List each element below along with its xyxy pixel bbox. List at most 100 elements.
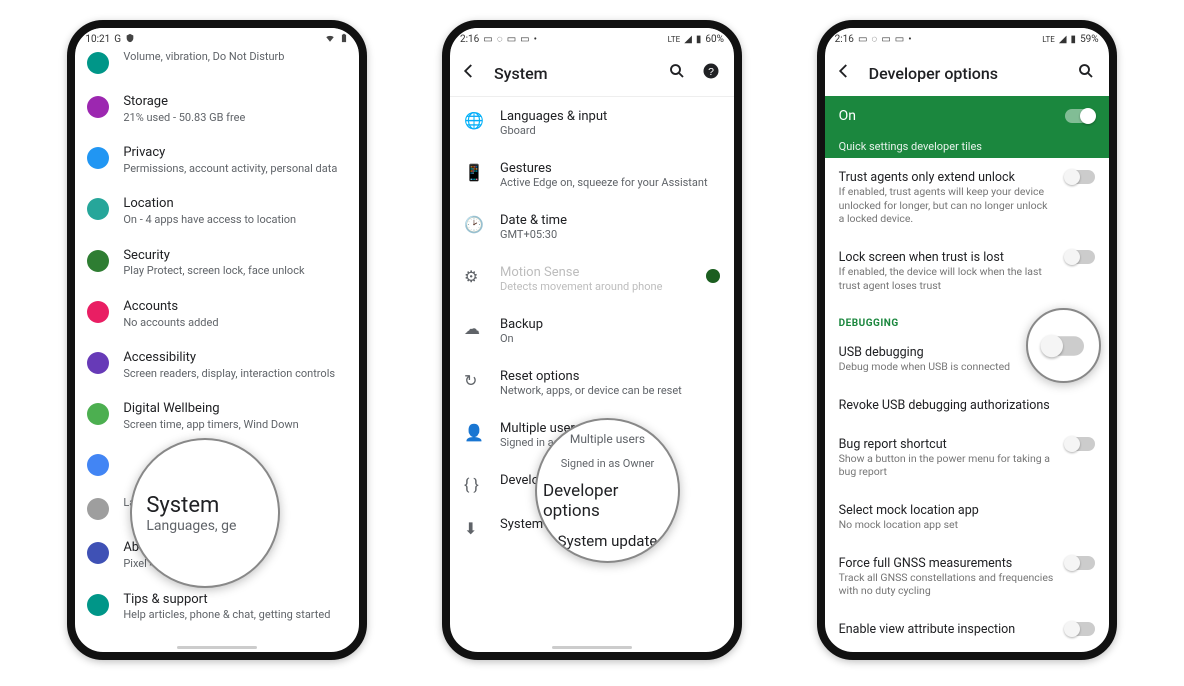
row-title: Enable view attribute inspection bbox=[839, 622, 1055, 637]
row-icon bbox=[87, 352, 109, 374]
battery-icon: ▮ bbox=[696, 34, 702, 45]
app-bar: Developer options bbox=[825, 50, 1109, 96]
yt-icon: ▭ bbox=[881, 34, 890, 45]
settings-row[interactable]: Tips & support Help articles, phone & ch… bbox=[75, 582, 359, 633]
yt-icon: ▭ bbox=[507, 34, 516, 45]
zoom-lens-usb-toggle bbox=[1026, 308, 1101, 383]
whatsapp-icon: ◌ bbox=[871, 34, 877, 45]
row-toggle[interactable] bbox=[1065, 437, 1095, 451]
settings-row[interactable]: Accessibility Screen readers, display, i… bbox=[75, 340, 359, 391]
zoom-line: Multiple users bbox=[570, 432, 645, 446]
row-icon: ⚙ bbox=[464, 267, 482, 285]
dev-row[interactable]: Revoke USB debugging authorizations bbox=[825, 386, 1109, 425]
system-row[interactable]: ⚙ Motion Sense Detects movement around p… bbox=[450, 253, 734, 305]
row-title: Trust agents only extend unlock bbox=[839, 170, 1055, 185]
truncated-row[interactable]: Quick settings developer tiles bbox=[825, 136, 1109, 158]
zoom-lens-developer: Multiple users Signed in as Owner Develo… bbox=[535, 418, 680, 563]
row-title: Accounts bbox=[123, 299, 218, 316]
row-title: Revoke USB debugging authorizations bbox=[839, 398, 1095, 413]
row-title: Digital Wellbeing bbox=[123, 401, 298, 418]
search-icon[interactable] bbox=[668, 62, 686, 84]
system-row[interactable]: 📱 Gestures Active Edge on, squeeze for y… bbox=[450, 149, 734, 201]
row-icon bbox=[87, 147, 109, 169]
help-icon[interactable]: ? bbox=[702, 62, 720, 84]
row-subtitle: If enabled, the device will lock when th… bbox=[839, 265, 1055, 292]
row-title: Force full GNSS measurements bbox=[839, 556, 1055, 571]
master-toggle-bar[interactable]: On bbox=[825, 96, 1109, 136]
row-toggle[interactable] bbox=[1065, 250, 1095, 264]
row-toggle[interactable] bbox=[1065, 556, 1095, 570]
net-label: LTE bbox=[1042, 35, 1055, 44]
row-icon: ↻ bbox=[464, 371, 482, 389]
row-title: Security bbox=[123, 248, 304, 265]
row-subtitle: If enabled, trust agents will keep your … bbox=[839, 185, 1055, 226]
shield-icon bbox=[125, 33, 135, 46]
settings-row[interactable]: Location On - 4 apps have access to loca… bbox=[75, 186, 359, 237]
row-subtitle: Detects movement around phone bbox=[500, 280, 688, 293]
row-icon: 🌐 bbox=[464, 111, 482, 129]
nav-pill[interactable] bbox=[177, 646, 257, 649]
zoom-subtitle: Languages, ge bbox=[146, 518, 278, 534]
dev-row[interactable]: Force full GNSS measurements Track all G… bbox=[825, 544, 1109, 610]
dev-list-top: Trust agents only extend unlock If enabl… bbox=[825, 158, 1109, 304]
dev-row[interactable]: Lock screen when trust is lost If enable… bbox=[825, 238, 1109, 304]
row-icon bbox=[87, 52, 109, 74]
row-icon bbox=[87, 403, 109, 425]
svg-text:?: ? bbox=[708, 66, 714, 78]
signal-icon: ◢ bbox=[1059, 34, 1067, 45]
nav-pill[interactable] bbox=[552, 646, 632, 649]
row-subtitle: GMT+05:30 bbox=[500, 228, 720, 241]
row-title: Location bbox=[123, 196, 296, 213]
settings-row[interactable]: Sound Volume, vibration, Do Not Disturb bbox=[75, 50, 359, 84]
back-icon[interactable] bbox=[460, 62, 478, 84]
settings-row[interactable]: Accounts No accounts added bbox=[75, 289, 359, 340]
more-icon: • bbox=[534, 34, 537, 45]
back-icon[interactable] bbox=[835, 62, 853, 84]
row-subtitle: Play Protect, screen lock, face unlock bbox=[123, 264, 304, 278]
row-subtitle: Screen time, app timers, Wind Down bbox=[123, 418, 298, 432]
google-icon: G bbox=[114, 34, 121, 45]
row-title: Gestures bbox=[500, 161, 720, 176]
page-title: System bbox=[494, 64, 652, 83]
battery-icon: ▮ bbox=[1071, 34, 1077, 45]
system-row[interactable]: 🕑 Date & time GMT+05:30 bbox=[450, 201, 734, 253]
dev-row[interactable]: Select debug app No debug application se… bbox=[825, 649, 1109, 652]
phone-developer-options: 2:16 ▭ ◌ ▭ ▭ • LTE ◢ ▮ 59% Developer opt… bbox=[817, 20, 1117, 660]
row-subtitle: 21% used - 50.83 GB free bbox=[123, 111, 245, 125]
settings-row[interactable]: Digital Wellbeing Screen time, app timer… bbox=[75, 391, 359, 442]
row-icon: 📱 bbox=[464, 163, 482, 181]
row-icon bbox=[87, 542, 109, 564]
usb-debugging-toggle-zoom[interactable] bbox=[1042, 336, 1084, 356]
row-subtitle: On - 4 apps have access to location bbox=[123, 213, 296, 227]
system-row[interactable]: 🌐 Languages & input Gboard bbox=[450, 97, 734, 149]
row-title: Bug report shortcut bbox=[839, 437, 1055, 452]
row-icon bbox=[87, 454, 109, 476]
row-subtitle: Track all GNSS constellations and freque… bbox=[839, 571, 1055, 598]
system-row[interactable]: ↻ Reset options Network, apps, or device… bbox=[450, 357, 734, 409]
dev-row[interactable]: Select mock location app No mock locatio… bbox=[825, 491, 1109, 544]
master-toggle[interactable] bbox=[1065, 109, 1095, 123]
row-toggle[interactable] bbox=[1065, 622, 1095, 636]
yt-icon: ▭ bbox=[895, 34, 904, 45]
status-bar: 2:16 ▭ ◌ ▭ ▭ • LTE ◢ ▮ 59% bbox=[825, 28, 1109, 50]
row-title: Backup bbox=[500, 317, 720, 332]
row-icon: 👤 bbox=[464, 423, 482, 441]
status-bar: 10:21 G bbox=[75, 28, 359, 50]
dev-row[interactable]: Enable view attribute inspection bbox=[825, 610, 1109, 649]
wifi-icon bbox=[325, 33, 335, 46]
settings-row[interactable]: Security Play Protect, screen lock, face… bbox=[75, 238, 359, 289]
row-title: Select mock location app bbox=[839, 503, 1095, 518]
search-icon[interactable] bbox=[1077, 62, 1095, 84]
row-icon: ☁ bbox=[464, 319, 482, 337]
row-toggle[interactable] bbox=[1065, 170, 1095, 184]
dev-row[interactable]: Bug report shortcut Show a button in the… bbox=[825, 425, 1109, 491]
row-subtitle: Network, apps, or device can be reset bbox=[500, 384, 720, 397]
row-title: Accessibility bbox=[123, 350, 335, 367]
settings-row[interactable]: Storage 21% used - 50.83 GB free bbox=[75, 84, 359, 135]
dev-row[interactable]: Trust agents only extend unlock If enabl… bbox=[825, 158, 1109, 238]
row-subtitle: Active Edge on, squeeze for your Assista… bbox=[500, 176, 720, 189]
settings-row[interactable]: Privacy Permissions, account activity, p… bbox=[75, 135, 359, 186]
system-row[interactable]: ☁ Backup On bbox=[450, 305, 734, 357]
zoom-title: System bbox=[146, 493, 278, 518]
info-badge-icon bbox=[706, 269, 720, 283]
